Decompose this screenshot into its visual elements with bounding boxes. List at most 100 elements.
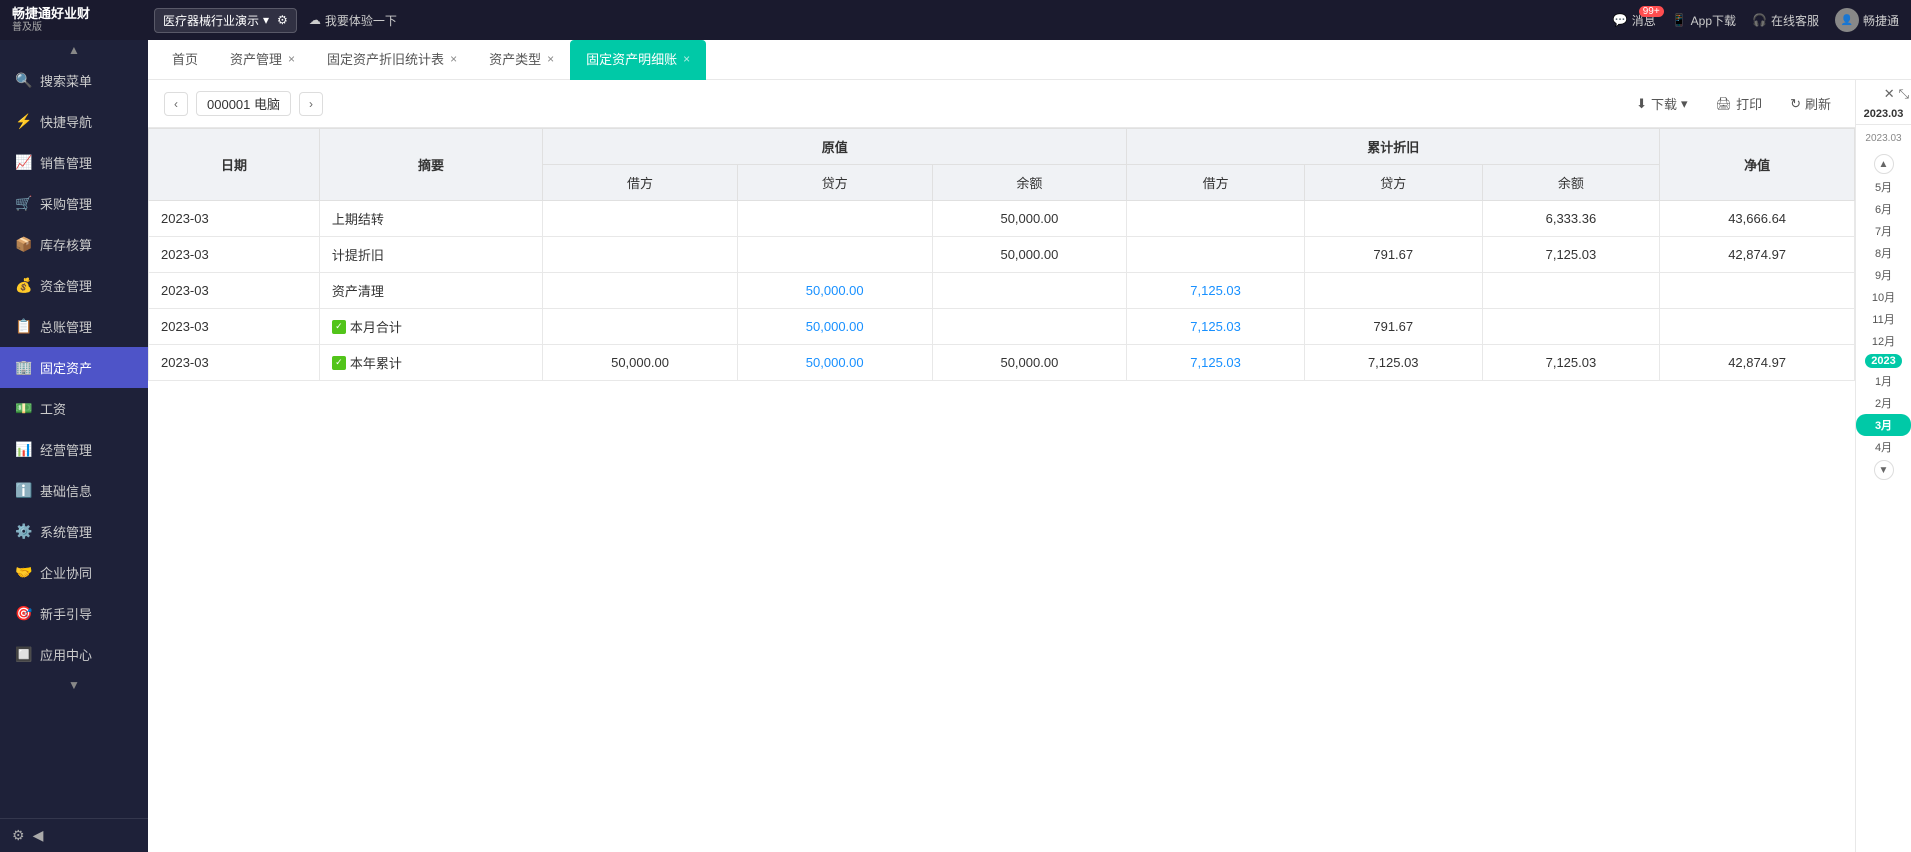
tab-depreciation-stats-close[interactable]: ×	[450, 52, 457, 66]
timeline-header-top: 2023.03	[1856, 104, 1911, 125]
col-leiji-balance: 余额	[1482, 165, 1660, 201]
timeline-sidebar: ✕ ⤡ 2023.03 2023.03 ▲ 5月 6月 7月 8月 9月 10月…	[1855, 80, 1911, 852]
purchase-icon: 🛒	[16, 196, 32, 212]
timeline-month-5[interactable]: 5月	[1856, 176, 1911, 198]
sidebar-item-label: 固定资产	[40, 358, 92, 377]
tab-asset-type-close[interactable]: ×	[547, 52, 554, 66]
sidebar-item-label: 基础信息	[40, 481, 92, 500]
logo-title: 畅捷通好业财	[12, 6, 142, 22]
timeline-month-12[interactable]: 12月	[1856, 330, 1911, 352]
cell-desc: 计提折旧	[319, 237, 542, 273]
refresh-button[interactable]: ↻ 刷新	[1782, 90, 1839, 117]
search-icon: 🔍	[16, 73, 32, 89]
cell-desc: 上期结转	[319, 201, 542, 237]
sidebar-collapse-btn[interactable]: ◀	[33, 827, 44, 844]
tab-asset-detail-close[interactable]: ×	[683, 52, 690, 66]
sidebar-item-label: 快捷导航	[40, 112, 92, 131]
tab-asset-management[interactable]: 资产管理 ×	[214, 40, 311, 80]
col-netvalue: 净值	[1660, 129, 1855, 201]
tab-asset-detail[interactable]: 固定资产明细账 ×	[570, 40, 706, 80]
sidebar-item-label: 总账管理	[40, 317, 92, 336]
app-download-label: App下载	[1691, 12, 1736, 29]
sidebar-item-fixed-assets[interactable]: 🏢 固定资产	[0, 347, 148, 388]
col-date: 日期	[149, 129, 320, 201]
download-icon: ⬇	[1636, 96, 1647, 112]
table-row: 2023-03上期结转50,000.006,333.3643,666.64	[149, 201, 1855, 237]
sidebar-item-ledger[interactable]: 📋 总账管理	[0, 306, 148, 347]
cell-leiji-debit	[1127, 201, 1305, 237]
user-profile[interactable]: 👤 畅捷通	[1835, 8, 1899, 32]
message-button[interactable]: 💬 消息 99+	[1613, 12, 1656, 29]
tab-depreciation-stats[interactable]: 固定资产折旧统计表 ×	[311, 40, 473, 80]
sidebar-item-basic-info[interactable]: ℹ️ 基础信息	[0, 470, 148, 511]
page-content: ‹ 000001 电脑 › ⬇ 下载 ▾ 🖨 打印	[148, 80, 1911, 852]
timeline-month-10[interactable]: 10月	[1856, 286, 1911, 308]
timeline-month-6[interactable]: 6月	[1856, 198, 1911, 220]
timeline-scroll-down-btn[interactable]: ▼	[1874, 460, 1894, 480]
timeline-month-8[interactable]: 8月	[1856, 242, 1911, 264]
download-label: 下载	[1651, 94, 1677, 113]
panel-expand-icon[interactable]: ⤡	[1899, 86, 1909, 102]
cell-yuanzhi-balance: 50,000.00	[932, 237, 1127, 273]
try-label: 我要体验一下	[325, 12, 397, 29]
sidebar-settings-btn[interactable]: ⚙	[12, 827, 25, 844]
cell-yuanzhi-balance: 50,000.00	[932, 345, 1127, 381]
sidebar-item-system[interactable]: ⚙️ 系统管理	[0, 511, 148, 552]
col-yuanzhi-debit: 借方	[543, 165, 738, 201]
timeline-month-7[interactable]: 7月	[1856, 220, 1911, 242]
tab-asset-management-close[interactable]: ×	[288, 52, 295, 66]
cell-leiji-balance: 7,125.03	[1482, 345, 1660, 381]
tab-asset-management-label: 资产管理	[230, 49, 282, 68]
sidebar-footer: ⚙ ◀	[0, 818, 148, 852]
sidebar-item-management[interactable]: 📊 经营管理	[0, 429, 148, 470]
tab-depreciation-stats-label: 固定资产折旧统计表	[327, 49, 444, 68]
tab-asset-type[interactable]: 资产类型 ×	[473, 40, 570, 80]
settings-icon[interactable]: ⚙	[277, 13, 288, 27]
cell-yuanzhi-credit	[737, 201, 932, 237]
service-icon: 🎧	[1752, 13, 1767, 27]
cell-yuanzhi-credit: 50,000.00	[737, 345, 932, 381]
asset-prev-btn[interactable]: ‹	[164, 92, 188, 116]
app-download-button[interactable]: 📱 App下载	[1672, 12, 1736, 29]
download-button[interactable]: ⬇ 下载 ▾	[1628, 90, 1695, 117]
print-label: 打印	[1736, 94, 1762, 113]
sidebar-item-quicknav[interactable]: ⚡ 快捷导航	[0, 101, 148, 142]
sidebar-item-payroll[interactable]: 💵 工资	[0, 388, 148, 429]
timeline-month-4[interactable]: 4月	[1856, 436, 1911, 458]
timeline-header-sub: 2023.03	[1856, 129, 1911, 148]
tab-bar: 首页 资产管理 × 固定资产折旧统计表 × 资产类型 × 固定资产明细账 ×	[148, 40, 1911, 80]
sidebar-item-guide[interactable]: 🎯 新手引导	[0, 593, 148, 634]
cell-leiji-debit	[1127, 237, 1305, 273]
sidebar-item-appstore[interactable]: 🔲 应用中心	[0, 634, 148, 675]
sidebar-item-search[interactable]: 🔍 搜索菜单	[0, 60, 148, 101]
timeline-month-2[interactable]: 2月	[1856, 392, 1911, 414]
data-table: 日期 摘要 原值 累计折旧 净值 借方 贷方 余额 借方	[148, 128, 1855, 381]
sidebar-scroll-up[interactable]: ▲	[0, 40, 148, 60]
sidebar-item-purchase[interactable]: 🛒 采购管理	[0, 183, 148, 224]
tab-home[interactable]: 首页	[156, 40, 214, 80]
sidebar-item-inventory[interactable]: 📦 库存核算	[0, 224, 148, 265]
sidebar-item-label: 库存核算	[40, 235, 92, 254]
cell-yuanzhi-credit: 50,000.00	[737, 273, 932, 309]
sidebar-item-sales[interactable]: 📈 销售管理	[0, 142, 148, 183]
try-button[interactable]: ☁ 我要体验一下	[309, 12, 397, 29]
customer-service-button[interactable]: 🎧 在线客服	[1752, 12, 1819, 29]
basic-info-icon: ℹ️	[16, 483, 32, 499]
cell-yuanzhi-debit	[543, 273, 738, 309]
sidebar-item-finance[interactable]: 💰 资金管理	[0, 265, 148, 306]
print-button[interactable]: 🖨 打印	[1708, 90, 1771, 117]
payroll-icon: 💵	[16, 401, 32, 417]
company-selector[interactable]: 医疗器械行业演示 ▾ ⚙	[154, 8, 297, 33]
timeline-scroll-up-btn[interactable]: ▲	[1874, 154, 1894, 174]
timeline-month-11[interactable]: 11月	[1856, 308, 1911, 330]
asset-next-btn[interactable]: ›	[299, 92, 323, 116]
cell-date: 2023-03	[149, 201, 320, 237]
sidebar-item-collab[interactable]: 🤝 企业协同	[0, 552, 148, 593]
table-row: 2023-03✓本月合计50,000.007,125.03791.67	[149, 309, 1855, 345]
timeline-month-9[interactable]: 9月	[1856, 264, 1911, 286]
sidebar-scroll-down[interactable]: ▼	[0, 675, 148, 695]
timeline-month-3[interactable]: 3月	[1856, 414, 1911, 436]
timeline-month-1[interactable]: 1月	[1856, 370, 1911, 392]
panel-close-icon[interactable]: ✕	[1884, 86, 1895, 102]
col-leiji: 累计折旧	[1127, 129, 1660, 165]
